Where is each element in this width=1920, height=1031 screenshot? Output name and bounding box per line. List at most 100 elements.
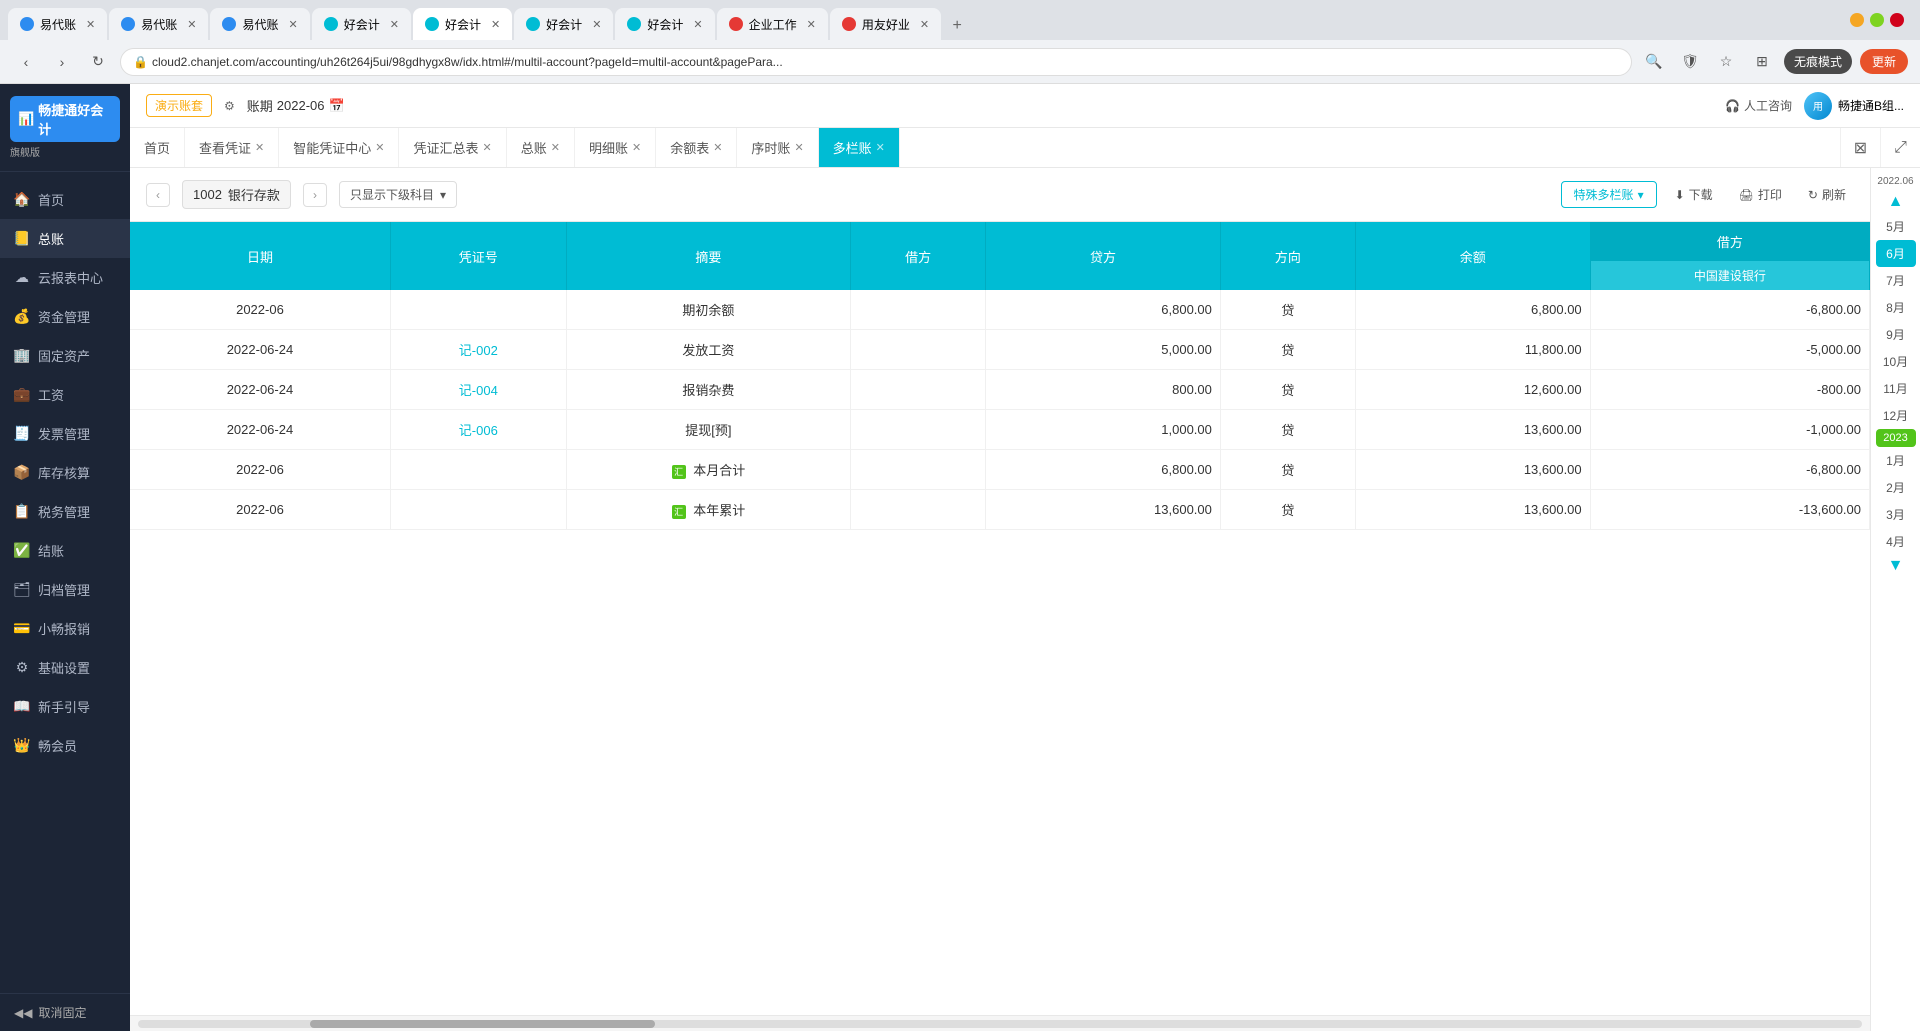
sidebar-item-inventory[interactable]: 📦 库存核算: [0, 453, 130, 492]
reload-button[interactable]: ↻: [84, 48, 112, 76]
calendar-icon[interactable]: 📅: [329, 98, 345, 114]
month-item-may[interactable]: 5月: [1876, 213, 1916, 240]
month-item-sep[interactable]: 9月: [1876, 321, 1916, 348]
close-window-button[interactable]: [1890, 13, 1904, 27]
incognito-button[interactable]: 无痕模式: [1784, 49, 1852, 74]
month-item-jan-2023[interactable]: 1月: [1876, 447, 1916, 474]
consult-button[interactable]: 🎧 人工咨询: [1725, 97, 1792, 114]
next-account-button[interactable]: ›: [303, 183, 327, 207]
close-tab-multi-column[interactable]: ✕: [876, 141, 885, 154]
sidebar-item-guide[interactable]: 📖 新手引导: [0, 687, 130, 726]
sidebar-item-ledger[interactable]: 📒 总账: [0, 219, 130, 258]
cell-voucher-3[interactable]: 记-006: [390, 410, 566, 450]
new-tab-button[interactable]: +: [943, 12, 971, 40]
tab-sequence[interactable]: 序时账 ✕: [737, 128, 818, 167]
sidebar-item-archive[interactable]: 🗂 归档管理: [0, 570, 130, 609]
tab-view-voucher[interactable]: 查看凭证 ✕: [185, 128, 279, 167]
star-icon[interactable]: ☆: [1712, 48, 1740, 76]
close-tab-detailed-ledger[interactable]: ✕: [632, 141, 641, 154]
multi-col-button[interactable]: 特殊多栏账 ▾: [1561, 181, 1657, 208]
tab-detailed-ledger[interactable]: 明细账 ✕: [575, 128, 656, 167]
sidebar-item-member[interactable]: 👑 畅会员: [0, 726, 130, 765]
voucher-link-2[interactable]: 记-004: [459, 383, 498, 398]
sidebar-item-tax[interactable]: 📋 税务管理: [0, 492, 130, 531]
close-tab-view-voucher[interactable]: ✕: [255, 141, 264, 154]
browser-tab-3[interactable]: 易代账 ✕: [210, 8, 309, 40]
refresh-button[interactable]: ↻ 刷新: [1800, 182, 1854, 207]
month-item-july[interactable]: 7月: [1876, 267, 1916, 294]
print-button[interactable]: 🖨 打印: [1731, 182, 1790, 207]
tab-smart-voucher[interactable]: 智能凭证中心 ✕: [279, 128, 399, 167]
scroll-up-button[interactable]: ▲: [1886, 191, 1906, 213]
month-item-june[interactable]: 6月: [1876, 240, 1916, 267]
tab-voucher-summary[interactable]: 凭证汇总表 ✕: [399, 128, 506, 167]
forward-button[interactable]: ›: [48, 48, 76, 76]
sidebar-item-salary[interactable]: 💼 工资: [0, 375, 130, 414]
browser-tab-5[interactable]: 好会计 ✕: [413, 8, 512, 40]
update-button[interactable]: 更新: [1860, 49, 1908, 74]
expand-tabs-button[interactable]: ⤢: [1880, 128, 1920, 168]
close-tab-general-ledger[interactable]: ✕: [551, 141, 560, 154]
tab-balance[interactable]: 余额表 ✕: [656, 128, 737, 167]
tab-close-7[interactable]: ✕: [693, 18, 702, 31]
browser-menu-icon[interactable]: ⊞: [1748, 48, 1776, 76]
voucher-link-3[interactable]: 记-006: [459, 423, 498, 438]
browser-tab-2[interactable]: 易代账 ✕: [109, 8, 208, 40]
month-item-aug[interactable]: 8月: [1876, 294, 1916, 321]
close-tab-sequence[interactable]: ✕: [794, 141, 803, 154]
gear-icon[interactable]: ⚙: [224, 99, 235, 113]
month-item-nov[interactable]: 11月: [1876, 375, 1916, 402]
tab-close-4[interactable]: ✕: [390, 18, 399, 31]
sidebar-item-settings[interactable]: ⚙ 基础设置: [0, 648, 130, 687]
tab-home[interactable]: 首页: [130, 128, 185, 167]
sidebar-pin-button[interactable]: ◀◀ 取消固定: [0, 993, 130, 1031]
minimize-button[interactable]: [1850, 13, 1864, 27]
browser-tab-7[interactable]: 好会计 ✕: [615, 8, 714, 40]
cell-voucher-2[interactable]: 记-004: [390, 370, 566, 410]
url-bar[interactable]: 🔒 cloud2.chanjet.com/accounting/uh26t264…: [120, 48, 1632, 76]
tab-close-9[interactable]: ✕: [920, 18, 929, 31]
sidebar-item-invoice[interactable]: 🧾 发票管理: [0, 414, 130, 453]
sidebar-item-close[interactable]: ✅ 结账: [0, 531, 130, 570]
user-area[interactable]: 用 畅捷通B组...: [1804, 92, 1904, 120]
month-item-mar-2023[interactable]: 3月: [1876, 501, 1916, 528]
cell-voucher-1[interactable]: 记-002: [390, 330, 566, 370]
sub-filter-dropdown[interactable]: 只显示下级科目 ▾: [339, 181, 457, 208]
sidebar-item-fund[interactable]: 💰 资金管理: [0, 297, 130, 336]
collapse-tabs-button[interactable]: ⊠: [1840, 128, 1880, 168]
sidebar-item-expense[interactable]: 💳 小畅报销: [0, 609, 130, 648]
voucher-link-1[interactable]: 记-002: [459, 343, 498, 358]
tab-close-1[interactable]: ✕: [86, 18, 95, 31]
prev-account-button[interactable]: ‹: [146, 183, 170, 207]
tab-close-5[interactable]: ✕: [491, 18, 500, 31]
shield-icon[interactable]: 🛡: [1676, 48, 1704, 76]
back-button[interactable]: ‹: [12, 48, 40, 76]
browser-tab-8[interactable]: 企业工作 ✕: [717, 8, 828, 40]
close-tab-voucher-summary[interactable]: ✕: [483, 141, 492, 154]
tab-general-ledger[interactable]: 总账 ✕: [507, 128, 575, 167]
maximize-button[interactable]: [1870, 13, 1884, 27]
close-tab-smart-voucher[interactable]: ✕: [375, 141, 384, 154]
horizontal-scrollbar[interactable]: [130, 1015, 1870, 1031]
h-scrollbar-track[interactable]: [138, 1020, 1862, 1028]
month-item-oct[interactable]: 10月: [1876, 348, 1916, 375]
month-item-apr-2023[interactable]: 4月: [1876, 528, 1916, 555]
month-item-feb-2023[interactable]: 2月: [1876, 474, 1916, 501]
tab-close-8[interactable]: ✕: [807, 18, 816, 31]
browser-tab-9[interactable]: 用友好业 ✕: [830, 8, 941, 40]
year-2023-label[interactable]: 2023: [1876, 429, 1916, 447]
download-button[interactable]: ⬇ 下载: [1667, 182, 1721, 207]
month-item-dec[interactable]: 12月: [1876, 402, 1916, 429]
browser-tab-4[interactable]: 好会计 ✕: [312, 8, 411, 40]
tab-close-2[interactable]: ✕: [187, 18, 196, 31]
sidebar-item-fixed-asset[interactable]: 🏢 固定资产: [0, 336, 130, 375]
browser-tab-6[interactable]: 好会计 ✕: [514, 8, 613, 40]
sidebar-item-home[interactable]: 🏠 首页: [0, 180, 130, 219]
scroll-down-button[interactable]: ▼: [1886, 555, 1906, 577]
tab-close-6[interactable]: ✕: [592, 18, 601, 31]
close-tab-balance[interactable]: ✕: [713, 141, 722, 154]
h-scrollbar-thumb[interactable]: [310, 1020, 655, 1028]
browser-tab-1[interactable]: 易代账 ✕: [8, 8, 107, 40]
search-icon[interactable]: 🔍: [1640, 48, 1668, 76]
sidebar-item-cloud-report[interactable]: ☁ 云报表中心: [0, 258, 130, 297]
